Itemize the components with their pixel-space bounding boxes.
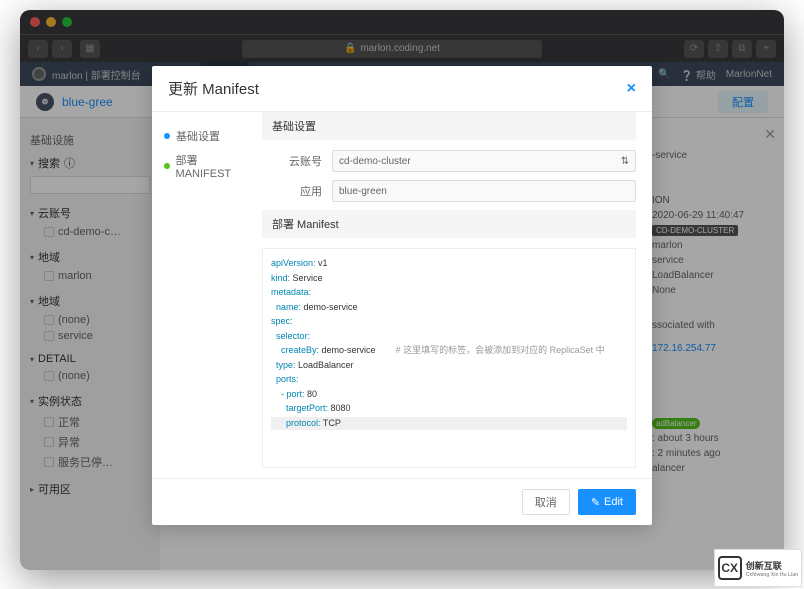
modal-main: 基础设置 云账号 cd-demo-cluster⇅ 应用 部署 Manifest… — [262, 112, 652, 478]
edit-button[interactable]: ✎Edit — [578, 489, 636, 515]
modal-overlay: 更新 Manifest × 基础设置 部署 MANIFEST 基础设置 云账号 … — [20, 10, 784, 570]
modal-footer: 取消 ✎Edit — [152, 478, 652, 525]
yaml-editor[interactable]: apiVersion: v1 kind: Service metadata: n… — [262, 248, 636, 468]
modal-nav-basic[interactable]: 基础设置 — [152, 124, 262, 148]
chevron-updown-icon: ⇅ — [621, 156, 629, 167]
modal-nav: 基础设置 部署 MANIFEST — [152, 112, 262, 478]
update-manifest-modal: 更新 Manifest × 基础设置 部署 MANIFEST 基础设置 云账号 … — [152, 66, 652, 525]
modal-title: 更新 Manifest — [168, 78, 259, 99]
app-input[interactable] — [332, 180, 636, 202]
pencil-icon: ✎ — [591, 496, 600, 509]
mac-window: ‹ › ▦ 🔒 marlon.coding.net ⟳ ⇧ ⧉ + marlon… — [20, 10, 784, 570]
section-manifest-title: 部署 Manifest — [262, 210, 636, 238]
modal-nav-manifest[interactable]: 部署 MANIFEST — [152, 148, 262, 184]
cancel-button[interactable]: 取消 — [522, 489, 570, 515]
watermark: CX 创新互联 Cxhlwang Xin Hu Lian — [714, 549, 802, 587]
account-select[interactable]: cd-demo-cluster⇅ — [332, 150, 636, 172]
watermark-logo-icon: CX — [718, 556, 742, 580]
form-label-account: 云账号 — [262, 153, 332, 169]
dot-icon — [164, 163, 170, 169]
section-basic-title: 基础设置 — [262, 112, 636, 140]
watermark-brand: 创新互联 — [746, 559, 799, 572]
form-label-app: 应用 — [262, 183, 332, 199]
modal-header: 更新 Manifest × — [152, 66, 652, 112]
dot-icon — [164, 133, 170, 139]
watermark-sub: Cxhlwang Xin Hu Lian — [746, 572, 799, 578]
modal-close-icon[interactable]: × — [627, 80, 636, 98]
